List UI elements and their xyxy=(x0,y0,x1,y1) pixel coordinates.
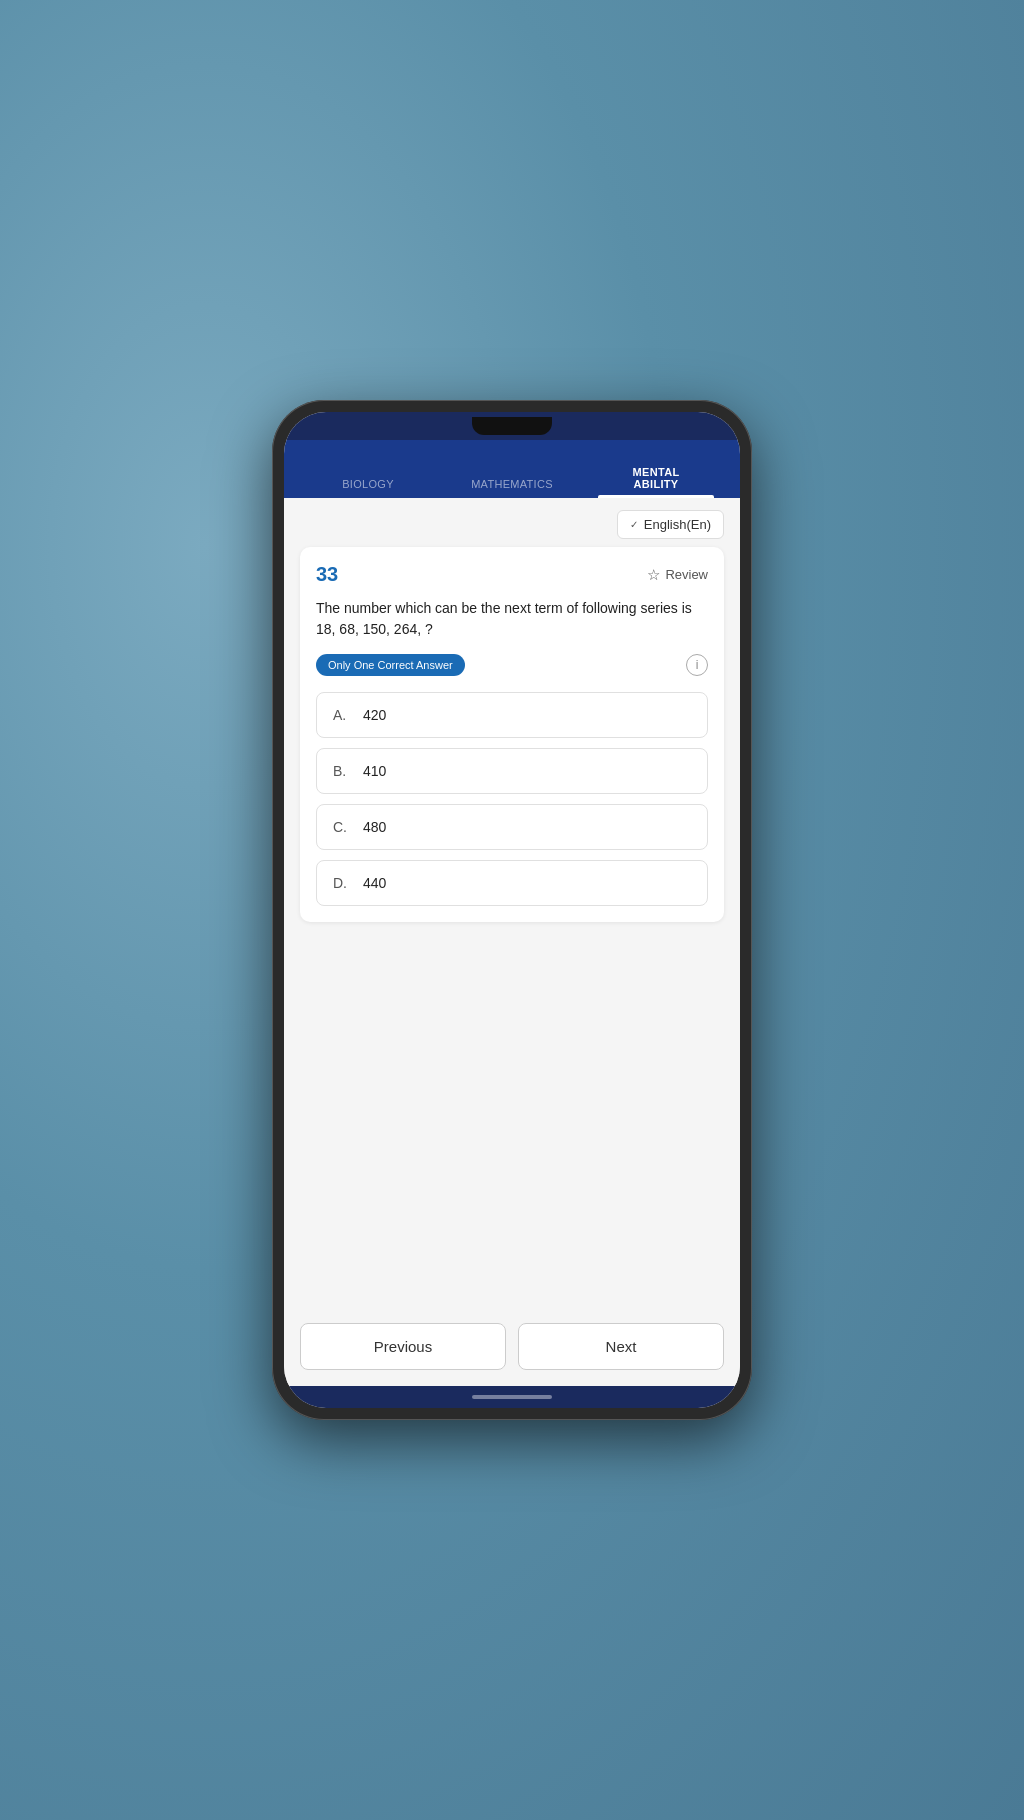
question-card: 33 ☆ Review The number which can be the … xyxy=(300,547,724,922)
option-d-label: D. xyxy=(333,875,351,891)
info-icon[interactable]: i xyxy=(686,654,708,676)
option-b-label: B. xyxy=(333,763,351,779)
tab-mathematics[interactable]: MATHEMATICS xyxy=(440,468,584,498)
review-button[interactable]: ☆ Review xyxy=(647,566,708,584)
question-number: 33 xyxy=(316,563,338,586)
chevron-icon: ✓ xyxy=(630,519,638,530)
language-label: English(En) xyxy=(644,517,711,532)
tab-biology[interactable]: BIOLOGY xyxy=(296,468,440,498)
tab-mental-ability[interactable]: MENTAL ABILITY xyxy=(584,456,728,498)
next-button[interactable]: Next xyxy=(518,1323,724,1370)
camera-notch xyxy=(472,417,552,435)
previous-button[interactable]: Previous xyxy=(300,1323,506,1370)
option-a-value: 420 xyxy=(363,707,386,723)
option-d-value: 440 xyxy=(363,875,386,891)
options-list: A. 420 B. 410 C. 480 D. 440 xyxy=(316,692,708,906)
status-bar xyxy=(284,412,740,440)
navigation-buttons: Previous Next xyxy=(284,1307,740,1386)
option-a-label: A. xyxy=(333,707,351,723)
language-selector[interactable]: ✓ English(En) xyxy=(617,510,724,539)
home-indicator xyxy=(284,1386,740,1408)
option-c-label: C. xyxy=(333,819,351,835)
home-bar xyxy=(472,1395,552,1399)
phone-device: BIOLOGY MATHEMATICS MENTAL ABILITY ✓ Eng… xyxy=(272,400,752,1420)
question-header: 33 ☆ Review xyxy=(316,563,708,586)
option-c[interactable]: C. 480 xyxy=(316,804,708,850)
tab-bar: BIOLOGY MATHEMATICS MENTAL ABILITY xyxy=(284,440,740,498)
option-d[interactable]: D. 440 xyxy=(316,860,708,906)
language-selector-row: ✓ English(En) xyxy=(284,498,740,547)
option-b[interactable]: B. 410 xyxy=(316,748,708,794)
option-a[interactable]: A. 420 xyxy=(316,692,708,738)
content-area: ✓ English(En) 33 ☆ Review The number whi… xyxy=(284,498,740,1386)
answer-type-badge: Only One Correct Answer xyxy=(316,654,465,676)
option-c-value: 480 xyxy=(363,819,386,835)
star-icon: ☆ xyxy=(647,566,660,584)
phone-screen: BIOLOGY MATHEMATICS MENTAL ABILITY ✓ Eng… xyxy=(284,412,740,1408)
question-text: The number which can be the next term of… xyxy=(316,598,708,640)
option-b-value: 410 xyxy=(363,763,386,779)
review-label: Review xyxy=(665,567,708,582)
answer-type-row: Only One Correct Answer i xyxy=(316,654,708,676)
